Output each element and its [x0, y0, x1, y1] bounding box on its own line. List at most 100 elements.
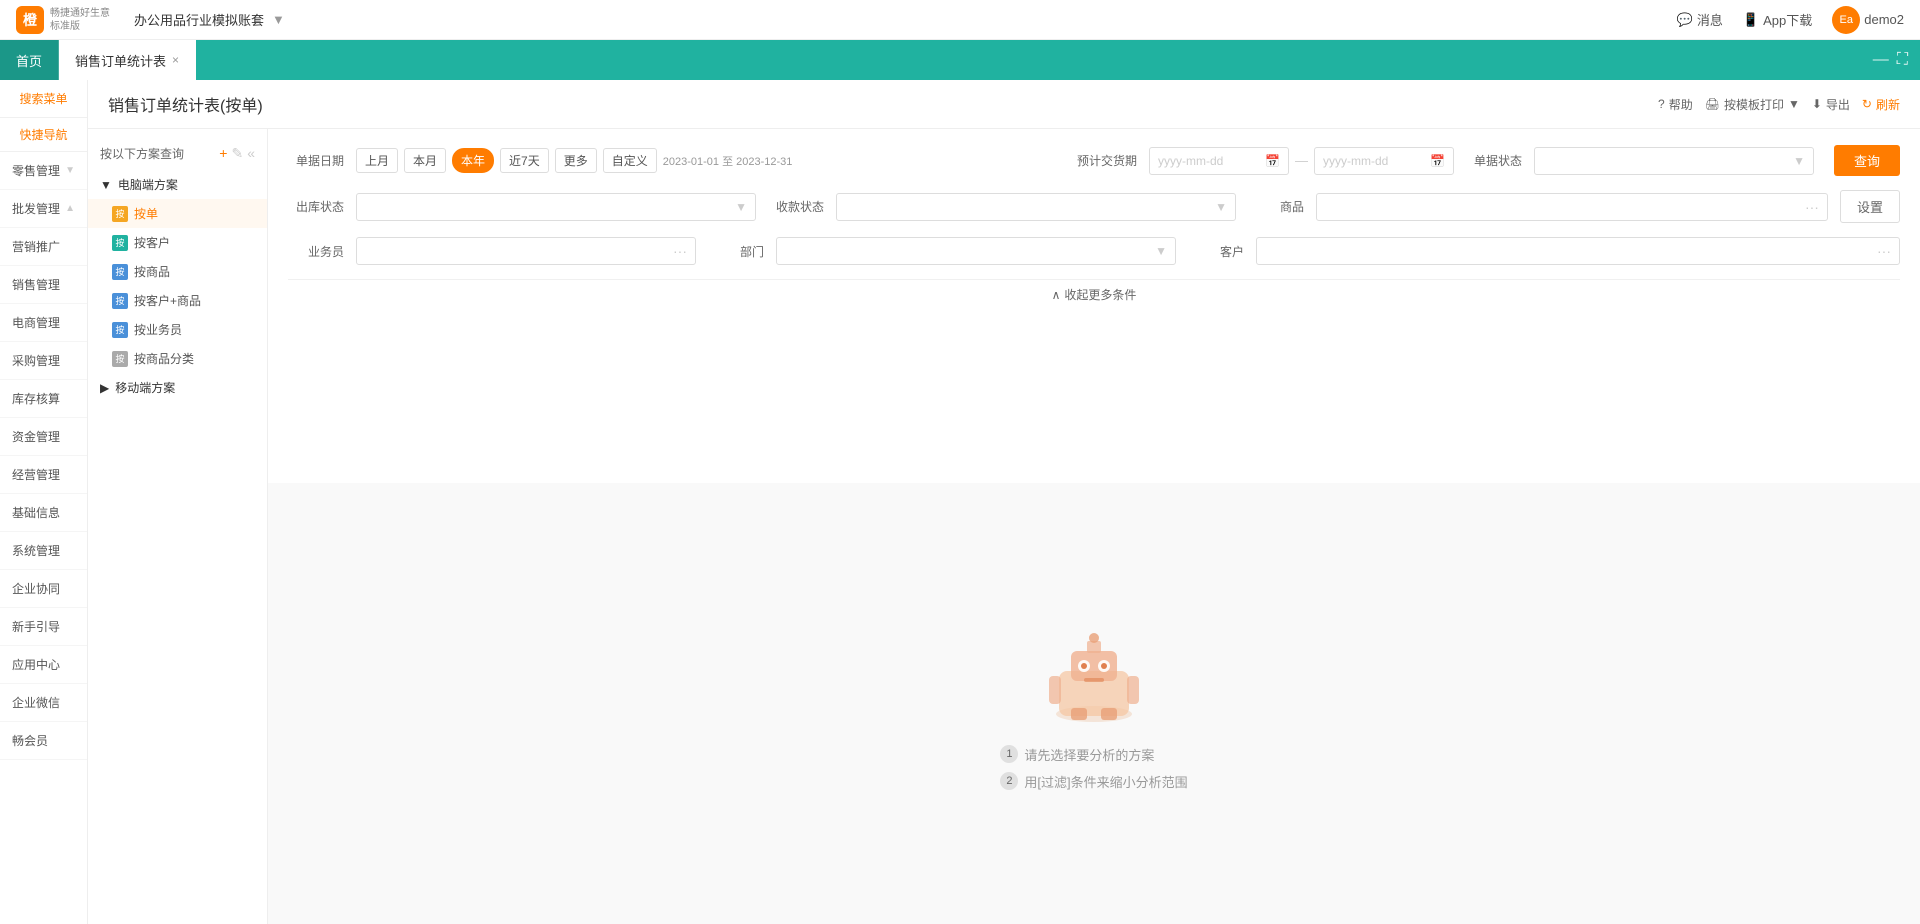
tab-sales-order-stats[interactable]: 销售订单统计表 × [59, 40, 196, 80]
filter-area: 单据日期 上月 本月 本年 近7天 更多 自定义 2023-01-01 至 20… [268, 129, 1920, 483]
settings-button[interactable]: 设置 [1840, 190, 1900, 223]
print-btn[interactable]: 🖨 按模板打印 ▼ [1705, 96, 1800, 113]
expected-date-end[interactable]: yyyy-mm-dd 📅 [1314, 147, 1454, 175]
help-btn[interactable]: ? 帮助 [1658, 96, 1693, 113]
scheme-label-customer-goods: 按客户+商品 [134, 292, 201, 309]
sidebar-item-ecommerce[interactable]: 电商管理 [0, 304, 87, 342]
tab-minimize-btn[interactable]: — [1873, 51, 1889, 69]
date-btn-custom[interactable]: 自定义 [603, 148, 657, 173]
tip-text-2: 用[过滤]条件来缩小分析范围 [1024, 772, 1187, 791]
collapse-filters-btn[interactable]: ∧ 收起更多条件 [288, 279, 1900, 309]
scheme-icon-category: 按 [112, 351, 128, 367]
message-icon: 💬 [1677, 12, 1693, 28]
scheme-icon-customer-goods: 按 [112, 293, 128, 309]
message-label: 消息 [1697, 10, 1723, 29]
goods-more-icon[interactable]: ··· [1805, 199, 1819, 215]
date-btn-more[interactable]: 更多 [555, 148, 597, 173]
collapse-panel-icon[interactable]: « [247, 145, 255, 162]
sidebar-search[interactable]: 搜索菜单 [0, 80, 87, 118]
scheme-icon-customer: 按 [112, 235, 128, 251]
pc-group-label[interactable]: ▼ 电脑端方案 [88, 170, 267, 199]
delivery-status-select[interactable]: ▼ [356, 193, 756, 221]
export-btn[interactable]: ⬇ 导出 [1812, 96, 1850, 113]
mobile-group-expand-icon: ▶ [100, 381, 109, 395]
message-btn[interactable]: 💬 消息 [1677, 10, 1723, 29]
left-panel-icons: + ✎ « [219, 145, 255, 162]
date-btn-this-year[interactable]: 本年 [452, 148, 494, 173]
query-button[interactable]: 查询 [1834, 145, 1900, 176]
logo-icon: 橙 [16, 6, 44, 34]
customer-more-icon[interactable]: ··· [1877, 243, 1891, 259]
status-select[interactable]: ▼ [1534, 147, 1814, 175]
sidebar-item-system[interactable]: 系统管理 [0, 532, 87, 570]
add-scheme-icon[interactable]: + [219, 145, 227, 162]
collapse-label: 收起更多条件 [1064, 286, 1136, 303]
edit-scheme-icon[interactable]: ✎ [231, 145, 243, 162]
tab-home[interactable]: 首页 [0, 40, 59, 80]
sidebar-item-new-user[interactable]: 新手引导 [0, 608, 87, 646]
scheme-label-category: 按商品分类 [134, 350, 194, 367]
customer-filter[interactable]: ··· [1256, 237, 1900, 265]
dept-select[interactable]: ▼ [776, 237, 1176, 265]
export-label: 导出 [1826, 96, 1850, 113]
top-bar-left: 橙 畅捷通好生意 标准版 办公用品行业模拟账套 ▼ [16, 6, 285, 34]
date-btn-last-7days[interactable]: 近7天 [500, 148, 549, 173]
tab-close-btn[interactable]: × [172, 53, 179, 67]
app-download-label: App下载 [1763, 10, 1812, 29]
user-area[interactable]: Ea demo2 [1832, 6, 1904, 34]
chevron-up-icon: ▲ [65, 203, 75, 214]
refresh-btn[interactable]: ↻ 刷新 [1862, 96, 1900, 113]
sidebar-item-finance[interactable]: 资金管理 [0, 418, 87, 456]
sidebar-item-wholesale[interactable]: 批发管理 ▲ [0, 190, 87, 228]
date-btn-last-month[interactable]: 上月 [356, 148, 398, 173]
sidebar-item-sales[interactable]: 销售管理 [0, 266, 87, 304]
refresh-icon: ↻ [1862, 97, 1872, 111]
sidebar-item-purchase[interactable]: 采购管理 [0, 342, 87, 380]
sidebar-item-basic-info[interactable]: 基础信息 [0, 494, 87, 532]
expected-end-placeholder: yyyy-mm-dd [1323, 154, 1388, 168]
sidebar-item-enterprise-collab[interactable]: 企业协同 [0, 570, 87, 608]
date-btn-this-month[interactable]: 本月 [404, 148, 446, 173]
scheme-item-by-order[interactable]: 按 按单 [88, 199, 267, 228]
collection-status-select[interactable]: ▼ [836, 193, 1236, 221]
print-dropdown-icon: ▼ [1788, 97, 1800, 111]
avatar: Ea [1832, 6, 1860, 34]
calendar-start-icon: 📅 [1265, 154, 1280, 168]
sidebar-item-app-center[interactable]: 应用中心 [0, 646, 87, 684]
sidebar-item-wechat[interactable]: 企业微信 [0, 684, 87, 722]
sidebar: 搜索菜单 快捷导航 零售管理 ▼ 批发管理 ▲ 营销推广 销售管理 电商管理 采… [0, 80, 88, 924]
tab-bar: 首页 销售订单统计表 × — ⛶ [0, 40, 1920, 80]
scheme-label-customer: 按客户 [134, 234, 170, 251]
left-panel: 按以下方案查询 + ✎ « ▼ 电脑端方案 按 按单 [88, 129, 268, 924]
scheme-item-by-customer[interactable]: 按 按客户 [88, 228, 267, 257]
sidebar-item-operations[interactable]: 经营管理 [0, 456, 87, 494]
print-icon: 🖨 [1705, 97, 1720, 111]
filter-row-1: 单据日期 上月 本月 本年 近7天 更多 自定义 2023-01-01 至 20… [288, 145, 1900, 176]
top-bar: 橙 畅捷通好生意 标准版 办公用品行业模拟账套 ▼ 💬 消息 📱 App下载 E… [0, 0, 1920, 40]
logo-area: 橙 畅捷通好生意 标准版 [16, 6, 110, 34]
sidebar-quick-nav[interactable]: 快捷导航 [0, 118, 87, 152]
tab-maximize-btn[interactable]: ⛶ [1897, 51, 1908, 69]
dept-label: 部门 [708, 243, 764, 260]
app-download-btn[interactable]: 📱 App下载 [1743, 10, 1812, 29]
mobile-group-label[interactable]: ▶ 移动端方案 [88, 373, 267, 402]
scheme-item-by-salesperson[interactable]: 按 按业务员 [88, 315, 267, 344]
sidebar-item-marketing[interactable]: 营销推广 [0, 228, 87, 266]
salesperson-more-icon[interactable]: ··· [673, 243, 687, 259]
filter-row-2: 出库状态 ▼ 收款状态 ▼ 商品 ··· [288, 190, 1900, 223]
sidebar-item-inventory[interactable]: 库存核算 [0, 380, 87, 418]
top-bar-dropdown-icon[interactable]: ▼ [272, 12, 285, 27]
scheme-item-by-customer-goods[interactable]: 按 按客户+商品 [88, 286, 267, 315]
scheme-label-order: 按单 [134, 205, 158, 222]
date-label: 单据日期 [288, 152, 344, 169]
scheme-item-by-goods[interactable]: 按 按商品 [88, 257, 267, 286]
tab-sales-label: 销售订单统计表 [75, 51, 166, 70]
empty-illustration [1029, 616, 1159, 729]
page-title: 销售订单统计表(按单) [108, 92, 263, 116]
salesperson-filter[interactable]: ··· [356, 237, 696, 265]
goods-filter[interactable]: ··· [1316, 193, 1828, 221]
scheme-item-by-category[interactable]: 按 按商品分类 [88, 344, 267, 373]
expected-date-start[interactable]: yyyy-mm-dd 📅 [1149, 147, 1289, 175]
sidebar-item-members[interactable]: 畅会员 [0, 722, 87, 760]
sidebar-item-retail[interactable]: 零售管理 ▼ [0, 152, 87, 190]
